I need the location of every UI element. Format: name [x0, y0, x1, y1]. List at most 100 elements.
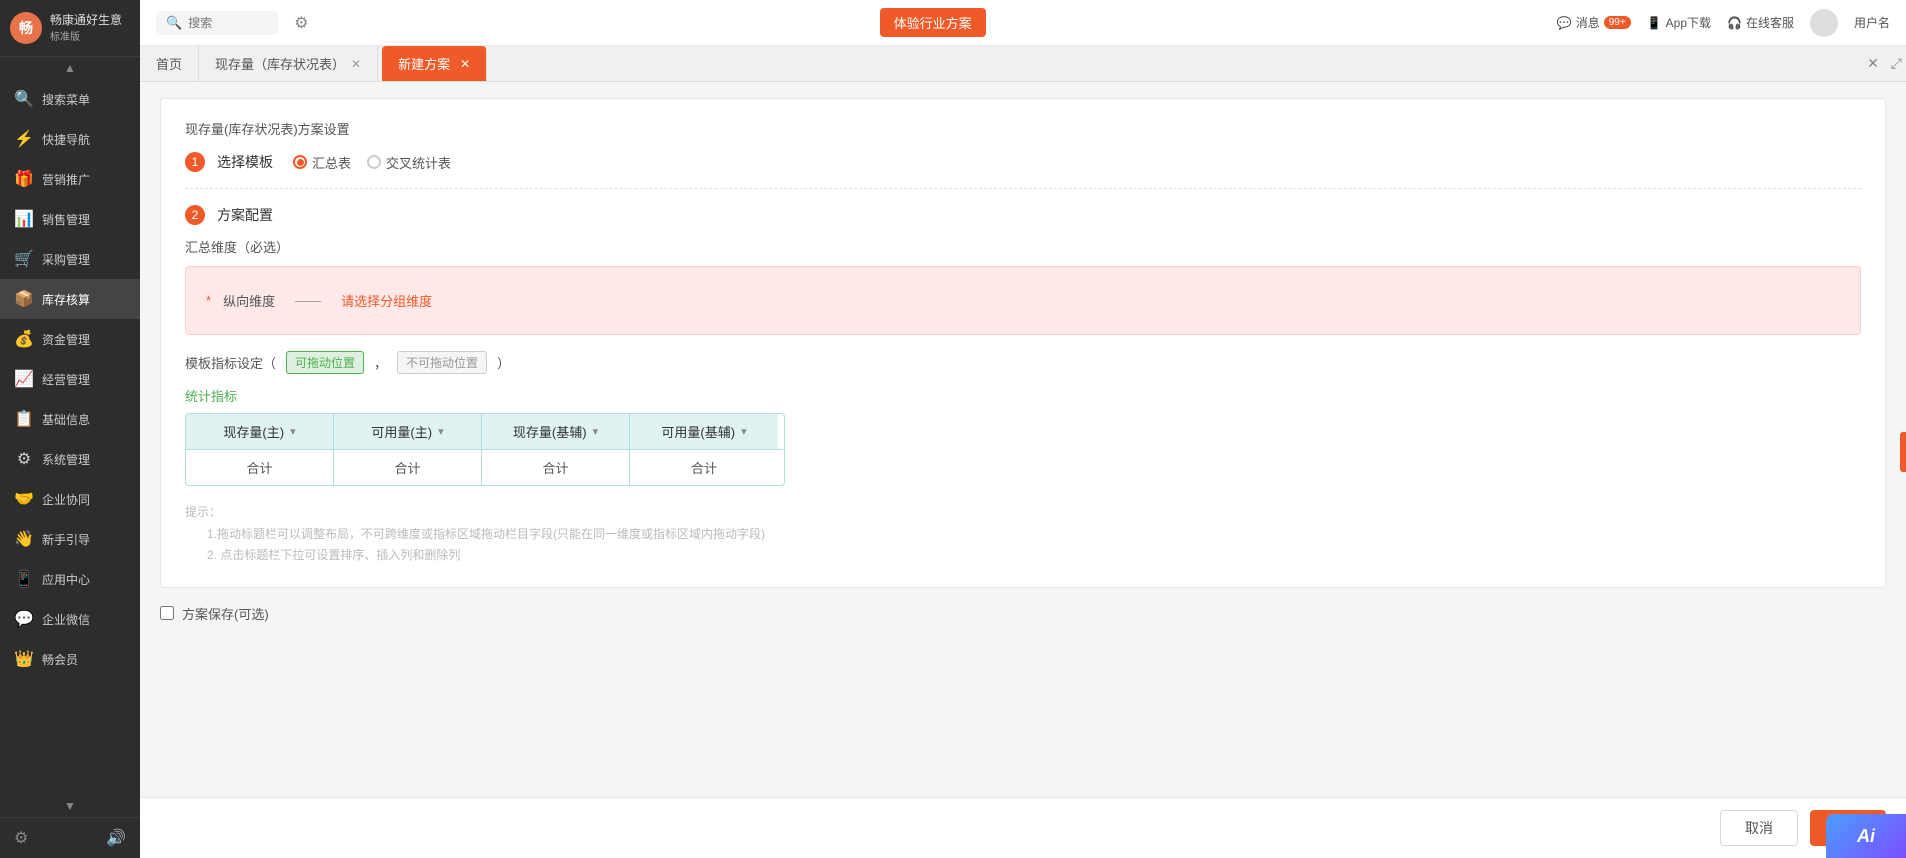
sidebar-item-sales[interactable]: 📊 销售管理 — [0, 199, 140, 239]
hint-num-2 — [185, 545, 199, 567]
search-menu-icon: 🔍 — [14, 89, 34, 109]
sidebar-item-operations[interactable]: 📈 经营管理 — [0, 359, 140, 399]
sidebar-item-inventory[interactable]: 📦 库存核算 — [0, 279, 140, 319]
stats-table: 现存量(主) ▾ 可用量(主) ▾ 现存量(基辅) ▾ 可用量(基辅) ▾ — [185, 413, 785, 486]
right-scroll-indicator — [1900, 432, 1906, 472]
save-option-label: 方案保存(可选) — [182, 604, 269, 623]
main-area: 🔍 ⚙ 体验行业方案 💬 消息 99+ 📱 App下载 🎧 在线客服 用户名 — [140, 0, 1906, 858]
stats-col-2-header[interactable]: 现存量(基辅) ▾ — [482, 414, 630, 449]
radio-cross-table[interactable]: 交叉统计表 — [367, 153, 451, 172]
username-label: 用户名 — [1854, 14, 1890, 31]
cooperation-icon: 🤝 — [14, 489, 34, 509]
sidebar-bottom: ⚙ 🔊 — [0, 817, 140, 858]
ai-badge[interactable]: Ai — [1826, 814, 1906, 858]
step1-badge: 1 — [185, 152, 205, 172]
sidebar-item-member[interactable]: 👑 畅会员 — [0, 639, 140, 679]
step2-badge: 2 — [185, 205, 205, 225]
tab-new-plan[interactable]: 新建方案 ✕ — [382, 46, 487, 81]
chevron-down-icon-1: ▾ — [438, 425, 444, 438]
settings-icon[interactable]: ⚙ — [14, 828, 28, 848]
topbar-messages[interactable]: 💬 消息 99+ — [1557, 14, 1631, 31]
stats-col-2-label: 现存量(基辅) — [513, 422, 587, 441]
topbar-gear-icon[interactable]: ⚙ — [294, 13, 308, 33]
stats-col-0-header[interactable]: 现存量(主) ▾ — [186, 414, 334, 449]
dimension-placeholder[interactable]: 请选择分组维度 — [341, 291, 432, 310]
draggable-tag: 可拖动位置 — [286, 351, 364, 374]
sidebar-item-app-center[interactable]: 📱 应用中心 — [0, 559, 140, 599]
sidebar-item-label-system: 系统管理 — [42, 451, 90, 468]
radio-cross-label: 交叉统计表 — [386, 153, 451, 172]
tab-home[interactable]: 首页 — [140, 46, 199, 81]
required-mark: * — [206, 293, 211, 308]
sidebar-item-label-sales: 销售管理 — [42, 211, 90, 228]
sidebar-item-marketing[interactable]: 🎁 营销推广 — [0, 159, 140, 199]
sidebar-item-label-basic-info: 基础信息 — [42, 411, 90, 428]
sidebar-item-finance[interactable]: 💰 资金管理 — [0, 319, 140, 359]
stats-data-0: 合计 — [186, 450, 334, 485]
sidebar: 畅 畅康通好生意 标准版 ▲ 🔍 搜索菜单 ⚡ 快捷导航 🎁 营销推广 📊 销售… — [0, 0, 140, 858]
indicator-settings-row: 模板指标设定（ 可拖动位置 ， 不可拖动位置 ） — [185, 351, 1861, 374]
new-guide-icon: 👋 — [14, 529, 34, 549]
template-radio-group: 汇总表 交叉统计表 — [293, 153, 451, 172]
tab-new-plan-close-icon[interactable]: ✕ — [460, 57, 470, 71]
panel-expand-icon[interactable]: ⤢ — [1887, 55, 1906, 72]
cancel-button[interactable]: 取消 — [1720, 810, 1798, 846]
stats-col-0-label: 现存量(主) — [223, 422, 284, 441]
sidebar-item-new-guide[interactable]: 👋 新手引导 — [0, 519, 140, 559]
hints-section: 提示： 1.拖动标题栏可以调整布局，不可跨维度或指标区域拖动栏目字段(只能在同一… — [185, 502, 1861, 567]
page-title: 现存量(库存状况表)方案设置 — [185, 119, 1861, 138]
audio-icon[interactable]: 🔊 — [106, 828, 126, 848]
experience-btn[interactable]: 体验行业方案 — [880, 8, 986, 37]
sidebar-item-wechat[interactable]: 💬 企业微信 — [0, 599, 140, 639]
panel-close-icon[interactable]: ✕ — [1859, 55, 1887, 72]
step2-label: 方案配置 — [217, 205, 273, 225]
wechat-icon: 💬 — [14, 609, 34, 629]
tab-inventory-status-close-icon[interactable]: ✕ — [351, 57, 361, 71]
stats-header-row: 现存量(主) ▾ 可用量(主) ▾ 现存量(基辅) ▾ 可用量(基辅) ▾ — [186, 414, 784, 449]
sidebar-scroll-up[interactable]: ▲ — [0, 57, 140, 79]
sidebar-item-purchase[interactable]: 🛒 采购管理 — [0, 239, 140, 279]
non-draggable-tag: 不可拖动位置 — [397, 351, 487, 374]
topbar-app-download[interactable]: 📱 App下载 — [1647, 14, 1711, 31]
tab-bar: 首页 现存量（库存状况表） ✕ 新建方案 ✕ ✕ ⤢ — [140, 46, 1906, 82]
sidebar-item-search[interactable]: 🔍 搜索菜单 — [0, 79, 140, 119]
step2-row: 2 方案配置 — [185, 205, 1861, 225]
step1-row: 1 选择模板 汇总表 交叉统计表 — [185, 152, 1861, 172]
purchase-icon: 🛒 — [14, 249, 34, 269]
tab-inventory-status[interactable]: 现存量（库存状况表） ✕ — [199, 46, 378, 81]
topbar-right: 💬 消息 99+ 📱 App下载 🎧 在线客服 用户名 — [1557, 9, 1890, 37]
stats-col-1-header[interactable]: 可用量(主) ▾ — [334, 414, 482, 449]
sidebar-item-quick-nav[interactable]: ⚡ 快捷导航 — [0, 119, 140, 159]
content-area: 现存量(库存状况表)方案设置 1 选择模板 汇总表 交叉统计表 — [140, 82, 1906, 797]
sidebar-item-cooperation[interactable]: 🤝 企业协同 — [0, 479, 140, 519]
tab-new-plan-label: 新建方案 — [398, 54, 450, 73]
topbar-search-box[interactable]: 🔍 — [156, 11, 278, 35]
plan-settings-card: 现存量(库存状况表)方案设置 1 选择模板 汇总表 交叉统计表 — [160, 98, 1886, 588]
stats-col-3-header[interactable]: 可用量(基辅) ▾ — [630, 414, 778, 449]
indicator-settings-label: 模板指标设定（ — [185, 353, 276, 372]
message-icon: 💬 — [1557, 16, 1572, 30]
indicator-settings-end: ） — [497, 353, 510, 372]
topbar-online-service[interactable]: 🎧 在线客服 — [1727, 14, 1794, 31]
sidebar-item-label-cooperation: 企业协同 — [42, 491, 90, 508]
sidebar-item-label-operations: 经营管理 — [42, 371, 90, 388]
radio-summary-table[interactable]: 汇总表 — [293, 153, 351, 172]
hint-num-1 — [185, 524, 199, 546]
save-checkbox[interactable] — [160, 606, 174, 620]
hint-text-2: 2. 点击标题栏下拉可设置排序、插入列和删除列 — [207, 545, 460, 567]
service-icon: 🎧 — [1727, 16, 1742, 30]
hint-item-2: 2. 点击标题栏下拉可设置排序、插入列和删除列 — [185, 545, 1861, 567]
sidebar-scroll-down[interactable]: ▼ — [0, 795, 140, 817]
stats-data-1: 合计 — [334, 450, 482, 485]
sales-icon: 📊 — [14, 209, 34, 229]
search-input[interactable] — [188, 16, 268, 30]
user-avatar — [1810, 9, 1838, 37]
vertical-dim-label: 纵向维度 — [223, 291, 275, 310]
sidebar-item-label-wechat: 企业微信 — [42, 611, 90, 628]
sidebar-item-label-marketing: 营销推广 — [42, 171, 90, 188]
sidebar-item-basic-info[interactable]: 📋 基础信息 — [0, 399, 140, 439]
service-label: 在线客服 — [1746, 14, 1794, 31]
sidebar-item-system[interactable]: ⚙ 系统管理 — [0, 439, 140, 479]
radio-cross-dot — [367, 155, 381, 169]
sidebar-items-container: 🔍 搜索菜单 ⚡ 快捷导航 🎁 营销推广 📊 销售管理 🛒 采购管理 📦 库存核… — [0, 79, 140, 795]
